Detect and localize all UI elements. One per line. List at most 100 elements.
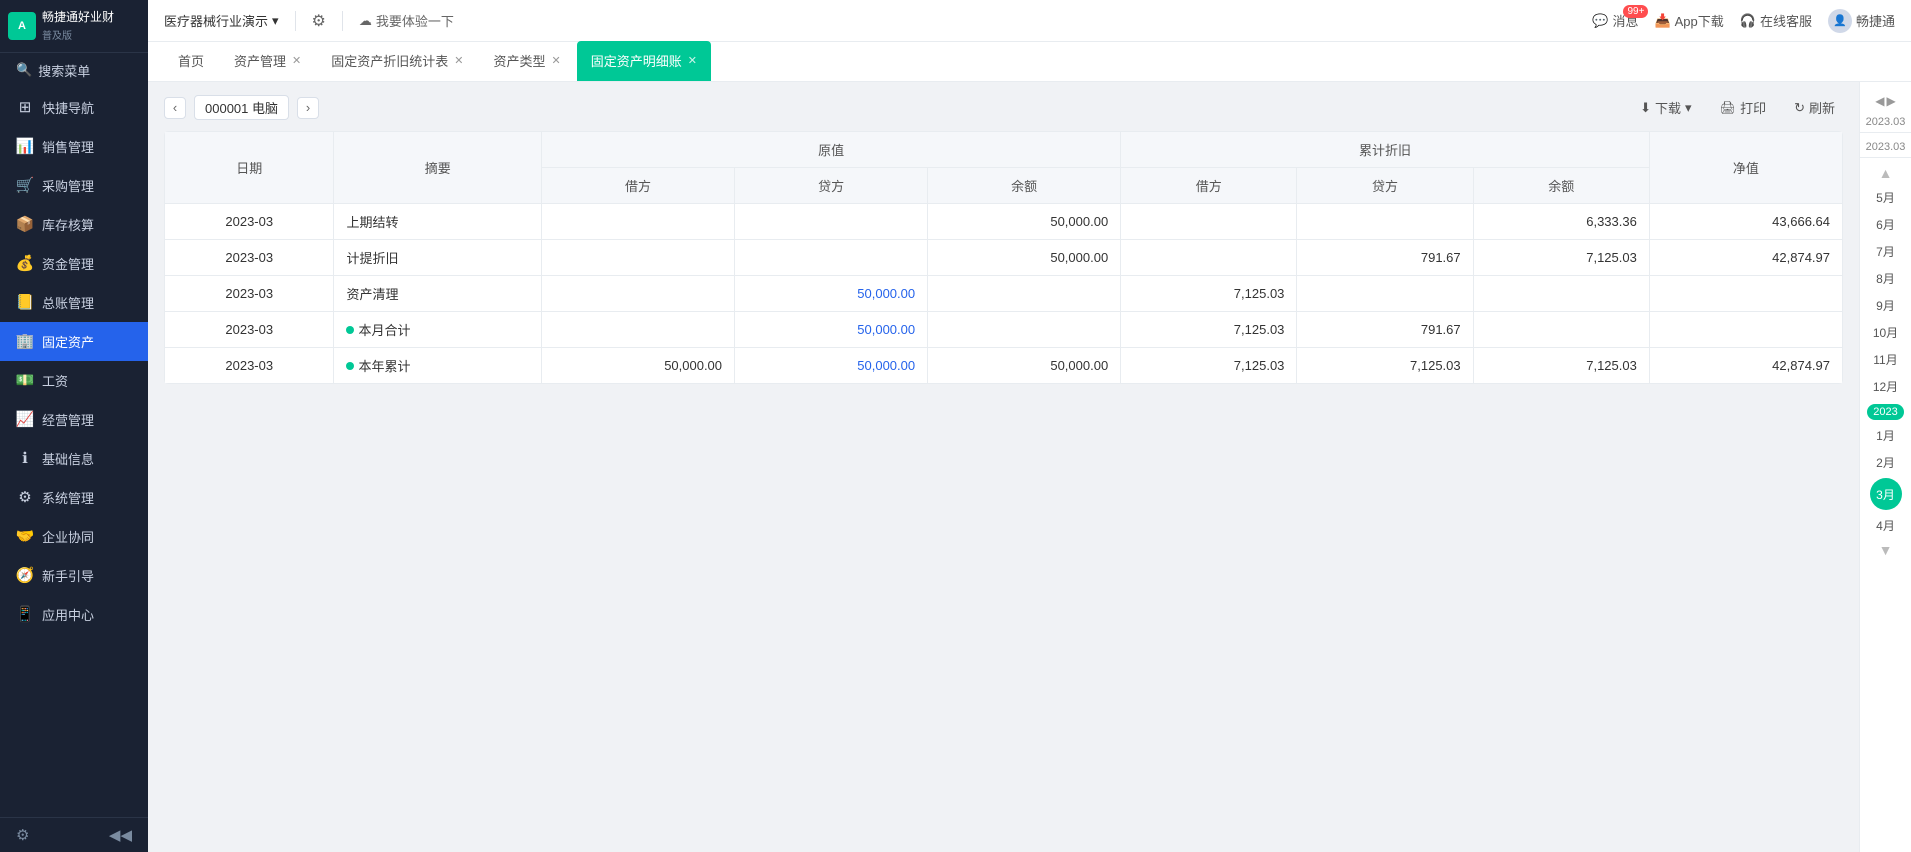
sidebar-item-label: 总账管理 bbox=[42, 293, 94, 312]
sidebar-item-ledger[interactable]: 📒 总账管理 bbox=[0, 283, 148, 322]
app-download-btn[interactable]: 📥 App下载 bbox=[1654, 11, 1723, 30]
tab-close-icon[interactable]: ✕ bbox=[292, 54, 301, 67]
sidebar-item-label: 经营管理 bbox=[42, 410, 94, 429]
content-area: ‹ 000001 电脑 › ⬇ 下载 ▾ 🖨 打印 bbox=[148, 82, 1911, 852]
sidebar-item-cooperation[interactable]: 🤝 企业协同 bbox=[0, 517, 148, 556]
th-net-value: 净值 bbox=[1649, 132, 1842, 204]
experience-btn[interactable]: ☁ 我要体验一下 bbox=[359, 11, 454, 30]
messages-btn[interactable]: 💬 消息 99+ bbox=[1592, 11, 1638, 30]
rp-month-9[interactable]: 9月 bbox=[1860, 292, 1911, 319]
asset-tag: 000001 电脑 bbox=[194, 95, 289, 120]
refresh-button[interactable]: ↻ 刷新 bbox=[1786, 94, 1843, 121]
rp-month-1[interactable]: 1月 bbox=[1860, 422, 1911, 449]
collapse-icon[interactable]: ◀◀ bbox=[109, 826, 132, 844]
td-ov-balance bbox=[928, 312, 1121, 348]
rp-up-arrow[interactable]: ▲ bbox=[1879, 162, 1893, 184]
sidebar-item-sales[interactable]: 📊 销售管理 bbox=[0, 127, 148, 166]
sidebar-item-label: 工资 bbox=[42, 371, 68, 390]
print-icon: 🖨 bbox=[1720, 100, 1737, 116]
table-row: 2023-03 计提折旧 50,000.00 791.67 7,125.03 4… bbox=[165, 240, 1843, 276]
panel-expand-btn[interactable]: ◀ ▶ bbox=[1871, 90, 1899, 112]
th-ov-debit: 借方 bbox=[541, 168, 734, 204]
sidebar-item-purchase[interactable]: 🛒 采购管理 bbox=[0, 166, 148, 205]
download-label: 下载 bbox=[1655, 98, 1681, 117]
tab-asset-type[interactable]: 资产类型 ✕ bbox=[479, 41, 574, 81]
sidebar-search[interactable]: 🔍 搜索菜单 bbox=[0, 53, 148, 88]
tab-close-icon[interactable]: ✕ bbox=[688, 54, 697, 67]
td-ov-credit bbox=[735, 240, 928, 276]
table-row: 2023-03 上期结转 50,000.00 6,333.36 43,666.6… bbox=[165, 204, 1843, 240]
rp-month-8[interactable]: 8月 bbox=[1860, 265, 1911, 292]
sidebar-item-quick-nav[interactable]: ⊞ 快捷导航 bbox=[0, 88, 148, 127]
td-net-value: 42,874.97 bbox=[1649, 240, 1842, 276]
experience-icon: ☁ bbox=[359, 13, 372, 29]
payroll-icon: 💵 bbox=[16, 371, 34, 389]
td-ov-debit bbox=[541, 240, 734, 276]
td-ad-balance bbox=[1473, 276, 1649, 312]
sidebar-item-fixed-assets[interactable]: 🏢 固定资产 bbox=[0, 322, 148, 361]
yearly-total-label: 本年累计 bbox=[358, 356, 410, 375]
company-selector[interactable]: 医疗器械行业演示 ▾ bbox=[164, 11, 279, 30]
right-panel: ◀ ▶ 2023.03 2023.03 ▲ 5月 6月 7月 8月 9月 10月… bbox=[1859, 82, 1911, 852]
sidebar-item-inventory[interactable]: 📦 库存核算 bbox=[0, 205, 148, 244]
sidebar-item-payroll[interactable]: 💵 工资 bbox=[0, 361, 148, 400]
tab-close-icon[interactable]: ✕ bbox=[552, 54, 561, 67]
th-original-value: 原值 bbox=[541, 132, 1120, 168]
customer-service-btn[interactable]: 🎧 在线客服 bbox=[1740, 11, 1812, 30]
td-ov-debit bbox=[541, 204, 734, 240]
td-ad-debit: 7,125.03 bbox=[1121, 276, 1297, 312]
next-asset-button[interactable]: › bbox=[297, 97, 319, 119]
rp-month-2[interactable]: 2月 bbox=[1860, 449, 1911, 476]
sidebar-item-finance[interactable]: 💰 资金管理 bbox=[0, 244, 148, 283]
rp-month-7[interactable]: 7月 bbox=[1860, 238, 1911, 265]
sidebar-item-basic-info[interactable]: ℹ 基础信息 bbox=[0, 439, 148, 478]
td-ad-debit: 7,125.03 bbox=[1121, 348, 1297, 384]
tab-close-icon[interactable]: ✕ bbox=[454, 54, 463, 67]
th-ad-balance: 余额 bbox=[1473, 168, 1649, 204]
main-area: 医疗器械行业演示 ▾ ⚙ ☁ 我要体验一下 💬 消息 99+ 📥 App下载 🎧… bbox=[148, 0, 1911, 852]
td-net-value: 42,874.97 bbox=[1649, 348, 1842, 384]
basic-info-icon: ℹ bbox=[16, 449, 34, 467]
finance-icon: 💰 bbox=[16, 254, 34, 272]
print-button[interactable]: 🖨 打印 bbox=[1712, 94, 1775, 121]
tab-label: 资产管理 bbox=[234, 51, 286, 70]
td-ad-debit: 7,125.03 bbox=[1121, 312, 1297, 348]
sidebar-item-label: 采购管理 bbox=[42, 176, 94, 195]
td-ad-credit: 7,125.03 bbox=[1297, 348, 1473, 384]
customer-service-label: 在线客服 bbox=[1760, 11, 1812, 30]
sidebar-item-operations[interactable]: 📈 经营管理 bbox=[0, 400, 148, 439]
topbar-right: 💬 消息 99+ 📥 App下载 🎧 在线客服 👤 畅捷通 bbox=[1592, 9, 1895, 33]
system-icon: ⚙ bbox=[16, 488, 34, 506]
tab-depreciation-table[interactable]: 固定资产折旧统计表 ✕ bbox=[317, 41, 477, 81]
topbar-gear-icon[interactable]: ⚙ bbox=[312, 11, 326, 31]
rp-month-6[interactable]: 6月 bbox=[1860, 211, 1911, 238]
search-label: 搜索菜单 bbox=[38, 61, 90, 80]
tab-asset-management[interactable]: 资产管理 ✕ bbox=[220, 41, 315, 81]
td-net-value bbox=[1649, 312, 1842, 348]
rp-month-4[interactable]: 4月 bbox=[1860, 512, 1911, 539]
rp-month-10[interactable]: 10月 bbox=[1860, 319, 1911, 346]
quick-nav-icon: ⊞ bbox=[16, 98, 34, 116]
td-summary: 本月合计 bbox=[334, 312, 541, 348]
rp-month-12[interactable]: 12月 bbox=[1860, 373, 1911, 400]
prev-asset-button[interactable]: ‹ bbox=[164, 97, 186, 119]
rp-down-arrow[interactable]: ▼ bbox=[1879, 539, 1893, 561]
customer-service-icon: 🎧 bbox=[1740, 13, 1756, 29]
rp-month-5[interactable]: 5月 bbox=[1860, 184, 1911, 211]
rp-month-11[interactable]: 11月 bbox=[1860, 346, 1911, 373]
sidebar-item-guide[interactable]: 🧭 新手引导 bbox=[0, 556, 148, 595]
sidebar-item-system[interactable]: ⚙ 系统管理 bbox=[0, 478, 148, 517]
user-menu[interactable]: 👤 畅捷通 bbox=[1828, 9, 1895, 33]
rp-month-3-active[interactable]: 3月 bbox=[1870, 478, 1902, 510]
green-dot-icon bbox=[346, 326, 354, 334]
td-ov-credit: 50,000.00 bbox=[735, 276, 928, 312]
td-date: 2023-03 bbox=[165, 204, 334, 240]
expand-icon2: ▶ bbox=[1887, 94, 1896, 108]
tab-home[interactable]: 首页 bbox=[164, 41, 218, 81]
download-button[interactable]: ⬇ 下载 ▾ bbox=[1632, 94, 1699, 121]
tab-asset-detail[interactable]: 固定资产明细账 ✕ bbox=[577, 41, 711, 81]
sidebar-item-app-center[interactable]: 📱 应用中心 bbox=[0, 595, 148, 634]
sidebar-footer: ⚙ ◀◀ bbox=[0, 817, 148, 852]
settings-footer-icon[interactable]: ⚙ bbox=[16, 826, 29, 844]
refresh-icon: ↻ bbox=[1794, 100, 1805, 116]
